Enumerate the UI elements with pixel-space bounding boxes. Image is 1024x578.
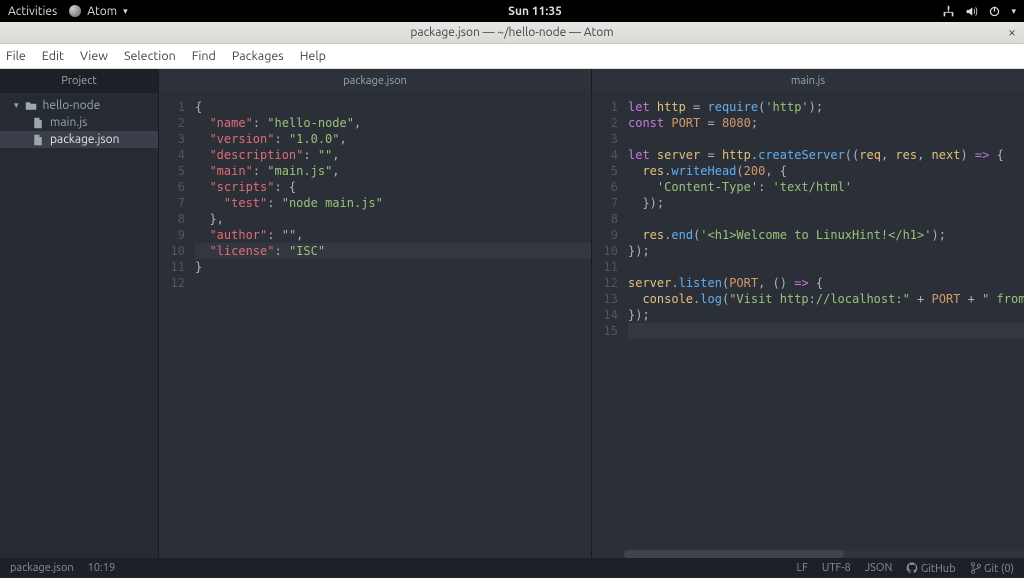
menu-view[interactable]: View [80, 49, 108, 63]
github-icon [906, 562, 918, 574]
sidebar-title: Project [0, 69, 158, 93]
app-name: Atom [87, 5, 117, 18]
file-icon [32, 134, 44, 146]
code-area[interactable]: 123456789101112131415let http = require(… [592, 93, 1024, 558]
menu-packages[interactable]: Packages [232, 49, 284, 63]
file-label: main.js [50, 116, 87, 129]
status-cursor[interactable]: 10:19 [88, 562, 116, 574]
project-sidebar: Project ▾ hello-node main.js package.json [0, 69, 158, 558]
system-tray[interactable]: ▾ [942, 5, 1016, 18]
editor-tab[interactable]: package.json [159, 69, 591, 93]
menu-bar: File Edit View Selection Find Packages Help [0, 44, 1024, 69]
gutter: 123456789101112131415 [592, 93, 624, 558]
volume-icon [965, 5, 978, 18]
power-icon [988, 5, 1001, 18]
horizontal-scrollbar[interactable] [624, 550, 1024, 558]
status-language[interactable]: JSON [865, 562, 893, 574]
file-label: package.json [50, 133, 119, 146]
status-bar: package.json 10:19 LF UTF-8 JSON GitHub … [0, 558, 1024, 578]
code-content[interactable]: let http = require('http');const PORT = … [624, 93, 1024, 558]
code-content[interactable]: { "name": "hello-node", "version": "1.0.… [191, 93, 591, 558]
menu-selection[interactable]: Selection [124, 49, 176, 63]
editor-pane: package.json123456789101112{ "name": "he… [158, 69, 591, 558]
file-tree: ▾ hello-node main.js package.json [0, 93, 158, 152]
chevron-down-icon: ▾ [14, 100, 19, 111]
status-encoding[interactable]: UTF-8 [822, 562, 851, 574]
editor-pane: main.js123456789101112131415let http = r… [591, 69, 1024, 558]
network-icon [942, 5, 955, 18]
menu-help[interactable]: Help [300, 49, 326, 63]
status-eol[interactable]: LF [797, 562, 808, 574]
chevron-down-icon: ▾ [1011, 6, 1016, 17]
desktop-top-bar: Activities Atom ▾ Sun 11:35 ▾ [0, 0, 1024, 22]
status-file[interactable]: package.json [10, 562, 74, 574]
atom-app-indicator[interactable]: Atom ▾ [69, 5, 127, 18]
window-title: package.json — ~/hello-node — Atom [410, 26, 613, 39]
status-git[interactable]: Git (0) [970, 562, 1014, 575]
workspace: Project ▾ hello-node main.jspackage.json… [0, 69, 1024, 558]
file-icon [32, 117, 44, 129]
menu-edit[interactable]: Edit [42, 49, 64, 63]
status-git-label: Git (0) [984, 563, 1014, 575]
scrollbar-thumb[interactable] [624, 550, 844, 558]
editor-panes: package.json123456789101112{ "name": "he… [158, 69, 1024, 558]
menu-file[interactable]: File [6, 49, 26, 63]
tree-file-package-json[interactable]: package.json [0, 131, 158, 148]
folder-label: hello-node [43, 99, 101, 112]
tree-file-main-js[interactable]: main.js [0, 114, 158, 131]
window-titlebar[interactable]: package.json — ~/hello-node — Atom × [0, 22, 1024, 44]
status-github[interactable]: GitHub [906, 562, 955, 575]
tree-root-folder[interactable]: ▾ hello-node [0, 97, 158, 114]
clock[interactable]: Sun 11:35 [128, 5, 943, 18]
window-close-button[interactable]: × [1008, 25, 1016, 39]
git-branch-icon [970, 562, 982, 574]
status-github-label: GitHub [921, 563, 956, 575]
menu-find[interactable]: Find [192, 49, 216, 63]
editor-tab[interactable]: main.js [592, 69, 1024, 93]
gutter: 123456789101112 [159, 93, 191, 558]
code-area[interactable]: 123456789101112{ "name": "hello-node", "… [159, 93, 591, 558]
atom-icon [69, 5, 81, 17]
folder-icon [25, 100, 37, 112]
activities-button[interactable]: Activities [8, 5, 57, 18]
